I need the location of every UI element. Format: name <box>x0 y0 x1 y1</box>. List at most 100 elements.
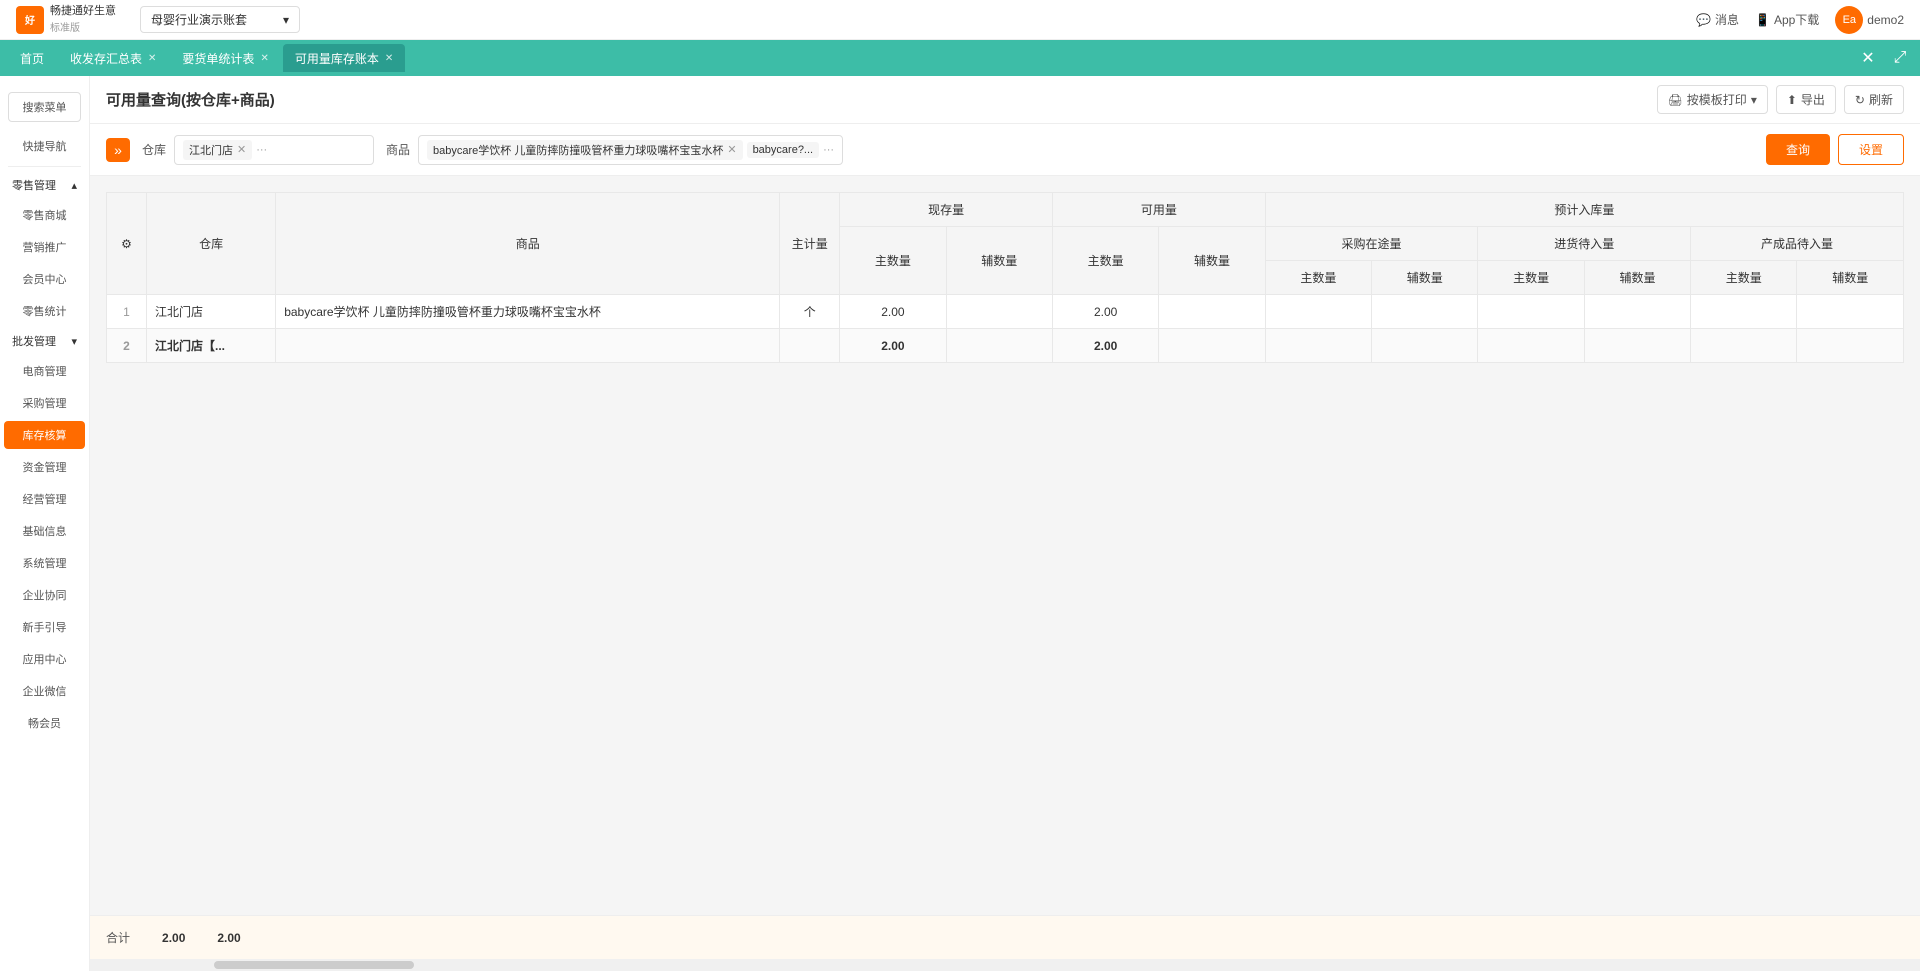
warehouse-tag-close[interactable]: ✕ <box>237 143 246 156</box>
col-unit-h: 主计量 <box>780 193 840 295</box>
print-btn[interactable]: 🖨 按模板打印 ▾ <box>1657 85 1768 114</box>
col-expected-h: 预计入库量 <box>1265 193 1903 227</box>
tab-available-stock-close[interactable]: ✕ <box>385 53 393 64</box>
tab-home[interactable]: 首页 <box>8 44 56 72</box>
warehouse-more-btn[interactable]: ··· <box>256 144 267 156</box>
warehouse-filter-input[interactable]: 江北门店 ✕ ··· <box>174 135 374 165</box>
chevron-down-icon: ▾ <box>283 13 289 27</box>
footer-summary: 合计 2.00 2.00 <box>90 915 1920 959</box>
col-avail-aux: 辅数量 <box>1159 227 1265 295</box>
query-btn[interactable]: 查询 <box>1766 134 1830 165</box>
summary-available-main: 2.00 <box>217 931 240 945</box>
page-header: 可用量查询(按仓库+商品) 🖨 按模板打印 ▾ ⬆ 导出 ↻ 刷新 <box>90 76 1920 124</box>
sidebar-item-enterprise-wechat[interactable]: 企业微信 <box>4 677 85 705</box>
scroll-thumb[interactable] <box>214 961 414 969</box>
sidebar-item-ecommerce[interactable]: 电商管理 <box>4 357 85 385</box>
row-1-product-aux <box>1797 295 1904 329</box>
data-table: ⚙ 仓库 商品 主计量 现存量 可用量 预计入库量 主数量 辅数量 主数量 辅数… <box>106 192 1904 363</box>
company-selector[interactable]: 母婴行业演示账套 ▾ <box>140 6 300 33</box>
sidebar-search-area: 搜索菜单 <box>0 84 89 130</box>
product-filter-input[interactable]: babycare学饮杯 儿童防摔防撞吸管杯重力球吸嘴杯宝宝水杯 ✕ babyca… <box>418 135 843 165</box>
sidebar-item-new-guide[interactable]: 新手引导 <box>4 613 85 641</box>
row-1-current-aux <box>946 295 1052 329</box>
row-1-purchase-main <box>1265 295 1371 329</box>
row-1-current-main: 2.00 <box>840 295 946 329</box>
row-2-current-aux <box>946 329 1052 363</box>
sidebar-item-purchase[interactable]: 采购管理 <box>4 389 85 417</box>
horizontal-scrollbar[interactable] <box>90 959 1920 971</box>
sidebar-item-wholesale[interactable]: 批发管理 ▾ <box>4 329 85 353</box>
page-title: 可用量查询(按仓库+商品) <box>106 89 275 110</box>
product-tag-2: babycare?... <box>747 142 820 158</box>
chevron-up-icon: ▴ <box>71 179 77 192</box>
refresh-btn[interactable]: ↻ 刷新 <box>1844 85 1904 114</box>
message-btn[interactable]: 💬 消息 <box>1696 11 1739 28</box>
sidebar-item-operations[interactable]: 经营管理 <box>4 485 85 513</box>
product-tag-1-close[interactable]: ✕ <box>727 143 736 156</box>
col-purchase-transit-h: 采购在途量 <box>1265 227 1478 261</box>
filter-settings-btn[interactable]: 设置 <box>1838 134 1904 165</box>
row-2-incoming-aux <box>1584 329 1690 363</box>
tab-summary-close[interactable]: ✕ <box>148 53 156 64</box>
sidebar-item-app-center[interactable]: 应用中心 <box>4 645 85 673</box>
sidebar-item-finance[interactable]: 资金管理 <box>4 453 85 481</box>
filter-area: » 仓库 江北门店 ✕ ··· 商品 babycare学饮杯 儿童防摔防撞吸管杯… <box>90 124 1920 176</box>
sidebar-item-basic-info[interactable]: 基础信息 <box>4 517 85 545</box>
message-icon: 💬 <box>1696 13 1711 27</box>
mobile-icon: 📱 <box>1755 13 1770 27</box>
sidebar-item-marketing[interactable]: 营销推广 <box>4 233 85 261</box>
product-more-btn[interactable]: ··· <box>823 144 834 156</box>
filter-toggle-btn[interactable]: » <box>106 138 130 162</box>
tab-available-stock[interactable]: 可用量库存账本 ✕ <box>283 44 405 72</box>
user-menu[interactable]: Ea demo2 <box>1835 6 1904 34</box>
brand-info: 畅捷通好生意 标准版 <box>50 5 116 33</box>
tab-order-stats[interactable]: 要货单统计表 ✕ <box>170 44 280 72</box>
row-2-unit <box>780 329 840 363</box>
col-incoming-h: 进货待入量 <box>1478 227 1691 261</box>
row-2-product-main <box>1691 329 1797 363</box>
row-2-available-aux <box>1159 329 1265 363</box>
sidebar-item-inventory[interactable]: 库存核算 <box>4 421 85 449</box>
row-2-incoming-main <box>1478 329 1584 363</box>
tab-bar: 首页 收发存汇总表 ✕ 要货单统计表 ✕ 可用量库存账本 ✕ ✕ ⤢ <box>0 40 1920 76</box>
print-icon: 🖨 <box>1668 93 1683 107</box>
chevron-down-icon-wholesale: ▾ <box>71 335 77 348</box>
sidebar-item-retail-mgmt[interactable]: 零售管理 ▴ <box>4 173 85 197</box>
row-2-index: 2 <box>107 329 147 363</box>
summary-current-main: 2.00 <box>162 931 185 945</box>
row-1-available-aux <box>1159 295 1265 329</box>
sidebar-item-system-mgmt[interactable]: 系统管理 <box>4 549 85 577</box>
warehouse-tag: 江北门店 ✕ <box>183 140 252 160</box>
tab-summary-label: 收发存汇总表 <box>70 50 142 67</box>
tab-expand[interactable]: ⤢ <box>1888 46 1912 70</box>
col-in-main: 主数量 <box>1478 261 1584 295</box>
row-1-incoming-aux <box>1584 295 1690 329</box>
sidebar-item-member[interactable]: 畅会员 <box>4 709 85 737</box>
summary-label: 合计 <box>106 929 130 946</box>
top-bar-right: 💬 消息 📱 App下载 Ea demo2 <box>1696 6 1904 34</box>
top-bar-left: 好 畅捷通好生意 标准版 母婴行业演示账套 ▾ <box>16 5 300 33</box>
tab-summary[interactable]: 收发存汇总表 ✕ <box>58 44 168 72</box>
sidebar-item-enterprise-collab[interactable]: 企业协同 <box>4 581 85 609</box>
user-name: demo2 <box>1867 13 1904 27</box>
sidebar-search-btn[interactable]: 搜索菜单 <box>8 92 81 122</box>
sidebar-item-retail-stats[interactable]: 零售统计 <box>4 297 85 325</box>
product-filter-group: 商品 babycare学饮杯 儿童防摔防撞吸管杯重力球吸嘴杯宝宝水杯 ✕ bab… <box>386 135 843 165</box>
row-1-product-main <box>1691 295 1797 329</box>
tab-close-all[interactable]: ✕ <box>1856 46 1880 70</box>
main-layout: 搜索菜单 快捷导航 零售管理 ▴ 零售商城 营销推广 会员中心 零售统计 批发管… <box>0 76 1920 971</box>
sidebar-item-member-center[interactable]: 会员中心 <box>4 265 85 293</box>
warehouse-filter-group: 仓库 江北门店 ✕ ··· <box>142 135 374 165</box>
table-wrapper: ⚙ 仓库 商品 主计量 现存量 可用量 预计入库量 主数量 辅数量 主数量 辅数… <box>90 176 1920 915</box>
logo-icon: 好 <box>16 6 44 34</box>
product-label: 商品 <box>386 141 410 158</box>
sidebar-item-quick-nav[interactable]: 快捷导航 <box>4 132 85 160</box>
row-2-current-main: 2.00 <box>840 329 946 363</box>
col-settings[interactable]: ⚙ <box>107 193 147 295</box>
tab-order-close[interactable]: ✕ <box>260 53 268 64</box>
sidebar-item-retail-mall[interactable]: 零售商城 <box>4 201 85 229</box>
export-btn[interactable]: ⬆ 导出 <box>1776 85 1836 114</box>
row-1-warehouse: 江北门店 <box>147 295 276 329</box>
app-download-btn[interactable]: 📱 App下载 <box>1755 11 1819 28</box>
col-avail-main: 主数量 <box>1052 227 1158 295</box>
